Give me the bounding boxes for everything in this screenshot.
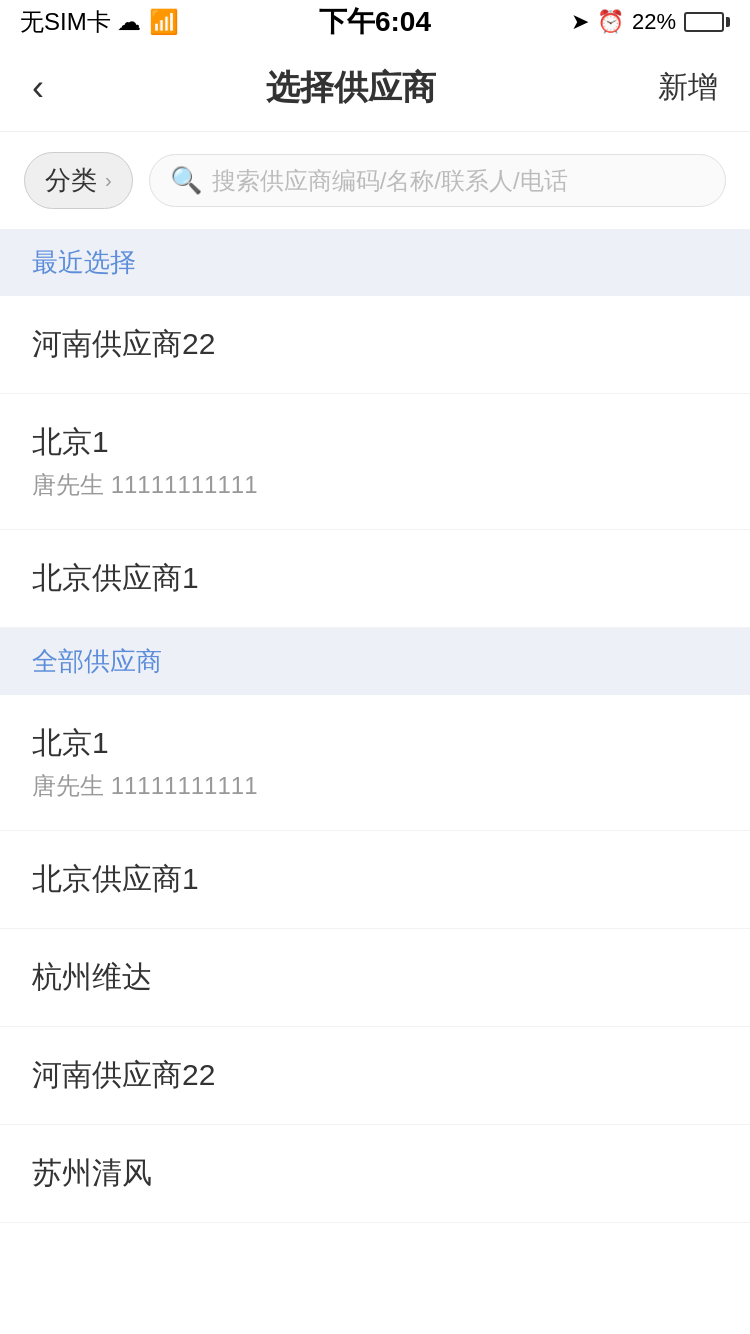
- search-box: 🔍: [149, 154, 726, 207]
- all-section-label: 全部供应商: [32, 646, 162, 676]
- recent-section-label: 最近选择: [32, 247, 136, 277]
- list-item[interactable]: 北京1 唐先生 11111111111: [0, 695, 750, 831]
- all-list: 北京1 唐先生 11111111111 北京供应商1 杭州维达河南供应商22 苏州清风: [0, 695, 750, 1223]
- item-sub: 唐先生 11111111111: [32, 469, 718, 501]
- item-name: 河南供应商22: [32, 324, 718, 365]
- item-name: 北京1: [32, 422, 718, 463]
- page-title: 选择供应商: [266, 65, 436, 111]
- list-item[interactable]: 苏州清风: [0, 1125, 750, 1223]
- recent-list: 河南供应商22 北京1 唐先生 11111111111 北京供应商1: [0, 296, 750, 628]
- recent-section-header: 最近选择: [0, 229, 750, 296]
- chevron-right-icon: ›: [105, 169, 112, 192]
- no-sim-text: 无SIM卡 ☁: [20, 6, 141, 38]
- item-name: 北京供应商1: [32, 558, 718, 599]
- battery-percent: 22%: [632, 9, 676, 35]
- category-label: 分类: [45, 163, 97, 198]
- status-left: 无SIM卡 ☁ 📶: [20, 6, 179, 38]
- search-input[interactable]: [212, 167, 705, 195]
- item-name: 杭州维达: [32, 957, 718, 998]
- battery-icon: [684, 12, 730, 32]
- list-item[interactable]: 杭州维达: [0, 929, 750, 1027]
- status-right: ➤ ⏰ 22%: [571, 9, 730, 35]
- category-button[interactable]: 分类 ›: [24, 152, 133, 209]
- filter-bar: 分类 › 🔍: [0, 132, 750, 229]
- wifi-icon: 📶: [149, 8, 179, 36]
- list-item[interactable]: 河南供应商22: [0, 296, 750, 394]
- list-item[interactable]: 北京供应商1: [0, 831, 750, 929]
- list-item[interactable]: 北京供应商1: [0, 530, 750, 628]
- item-name: 苏州清风: [32, 1153, 718, 1194]
- back-button[interactable]: ‹: [32, 67, 44, 109]
- item-name: 北京1: [32, 723, 718, 764]
- list-item[interactable]: 河南供应商22: [0, 1027, 750, 1125]
- search-icon: 🔍: [170, 165, 202, 196]
- status-time: 下午6:04: [319, 3, 431, 41]
- item-name: 北京供应商1: [32, 859, 718, 900]
- add-button[interactable]: 新增: [658, 67, 718, 108]
- all-section-header: 全部供应商: [0, 628, 750, 695]
- alarm-icon: ⏰: [597, 9, 624, 35]
- nav-bar: ‹ 选择供应商 新增: [0, 44, 750, 132]
- list-item[interactable]: 北京1 唐先生 11111111111: [0, 394, 750, 530]
- item-sub: 唐先生 11111111111: [32, 770, 718, 802]
- item-name: 河南供应商22: [32, 1055, 718, 1096]
- location-icon: ➤: [571, 9, 589, 35]
- status-bar: 无SIM卡 ☁ 📶 下午6:04 ➤ ⏰ 22%: [0, 0, 750, 44]
